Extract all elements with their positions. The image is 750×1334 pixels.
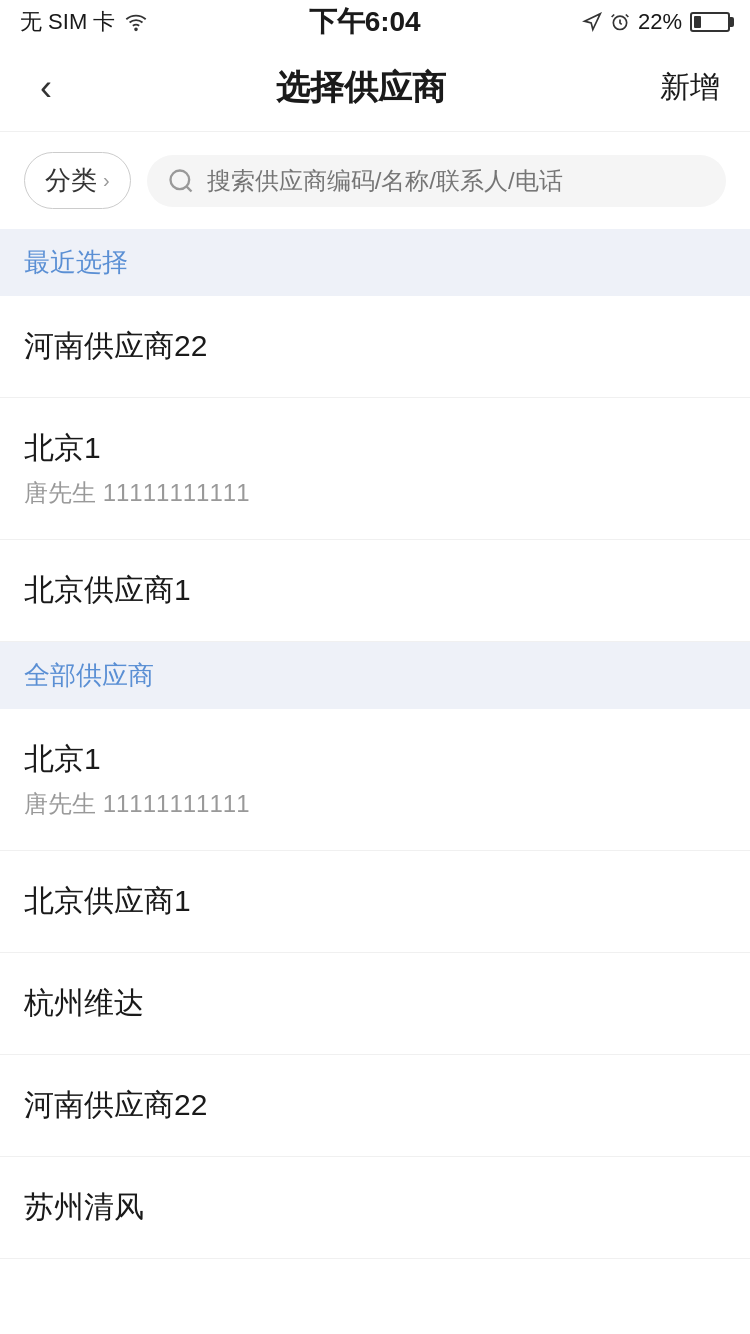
battery-percent: 22% — [638, 9, 682, 35]
status-time: 下午6:04 — [309, 3, 421, 41]
status-right: 22% — [582, 9, 730, 35]
list-item[interactable]: 河南供应商22 — [0, 296, 750, 398]
item-name: 河南供应商22 — [24, 326, 726, 367]
item-name: 北京供应商1 — [24, 570, 726, 611]
list-item[interactable]: 北京供应商1 — [0, 851, 750, 953]
sim-label: 无 SIM 卡 — [20, 7, 115, 37]
location-icon — [582, 12, 602, 32]
item-name: 北京供应商1 — [24, 881, 726, 922]
list-item[interactable]: 杭州维达 — [0, 953, 750, 1055]
chevron-right-icon: › — [103, 169, 110, 192]
svg-point-3 — [170, 170, 189, 189]
page-title: 选择供应商 — [276, 65, 446, 111]
list-item[interactable]: 苏州清风 — [0, 1157, 750, 1259]
list-item[interactable]: 北京供应商1 — [0, 540, 750, 642]
status-left: 无 SIM 卡 — [20, 7, 147, 37]
section-header-all: 全部供应商 — [0, 642, 750, 709]
add-button[interactable]: 新增 — [660, 67, 720, 108]
supplier-list: 最近选择河南供应商22 北京1 唐先生 11111111111 北京供应商1 全部供应商… — [0, 229, 750, 1259]
item-name: 北京1 — [24, 739, 726, 780]
wifi-icon — [125, 11, 147, 33]
list-item[interactable]: 河南供应商22 — [0, 1055, 750, 1157]
svg-marker-1 — [584, 14, 600, 30]
item-sub: 唐先生 11111111111 — [24, 477, 726, 509]
search-box — [147, 155, 726, 207]
alarm-icon — [610, 12, 630, 32]
svg-point-0 — [135, 28, 137, 30]
svg-line-4 — [186, 186, 191, 191]
nav-bar: ‹ 选择供应商 新增 — [0, 44, 750, 132]
list-item[interactable]: 北京1 唐先生 11111111111 — [0, 709, 750, 851]
item-name: 杭州维达 — [24, 983, 726, 1024]
status-bar: 无 SIM 卡 下午6:04 22% — [0, 0, 750, 44]
search-input[interactable] — [207, 167, 706, 195]
category-label: 分类 — [45, 163, 97, 198]
item-name: 河南供应商22 — [24, 1085, 726, 1126]
list-item[interactable]: 北京1 唐先生 11111111111 — [0, 398, 750, 540]
category-button[interactable]: 分类 › — [24, 152, 131, 209]
back-button[interactable]: ‹ — [30, 57, 62, 119]
item-sub: 唐先生 11111111111 — [24, 788, 726, 820]
section-header-recent: 最近选择 — [0, 229, 750, 296]
item-name: 苏州清风 — [24, 1187, 726, 1228]
item-name: 北京1 — [24, 428, 726, 469]
filter-bar: 分类 › — [0, 132, 750, 229]
battery-icon — [690, 12, 730, 32]
search-icon — [167, 167, 195, 195]
